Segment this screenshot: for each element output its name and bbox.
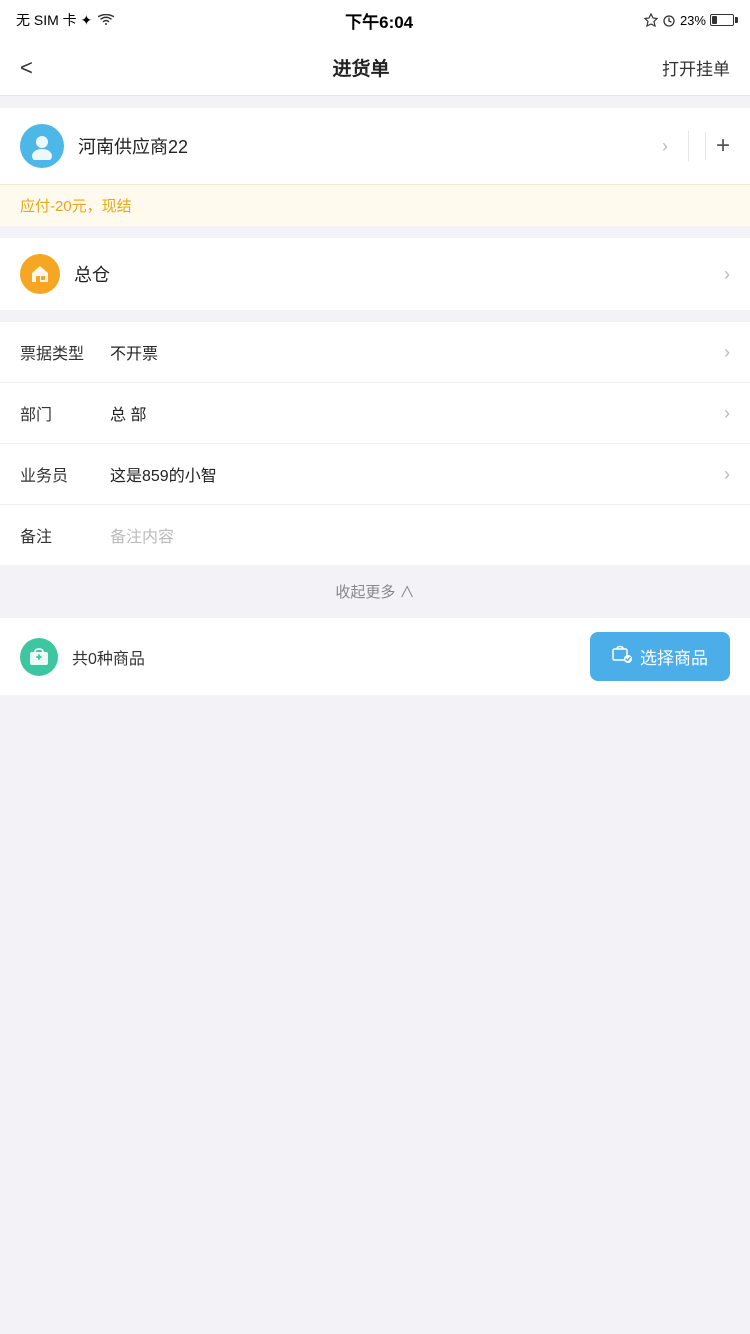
supplier-card: 河南供应商22 › + 应付-20元，现结 <box>0 108 750 226</box>
form-section: 票据类型 不开票 › 部门 总 部 › 业务员 这是859的小智 › 备注 备注… <box>0 322 750 565</box>
remark-label: 备注 <box>20 523 100 547</box>
warehouse-name: 总仓 <box>74 261 724 287</box>
status-left: 无 SIM 卡 ✦ <box>16 10 114 30</box>
collapse-row[interactable]: 收起更多 ∧ <box>0 565 750 618</box>
department-chevron-icon: › <box>724 403 730 424</box>
divider <box>688 131 689 161</box>
page-title: 进货单 <box>332 54 389 81</box>
supplier-chevron-icon: › <box>662 136 668 157</box>
back-button[interactable]: < <box>20 55 60 81</box>
status-right: 23% <box>644 13 734 28</box>
salesperson-chevron-icon: › <box>724 464 730 485</box>
supplier-row[interactable]: 河南供应商22 › + <box>0 108 750 184</box>
select-product-button[interactable]: 选择商品 <box>590 632 730 681</box>
open-pending-button[interactable]: 打开挂单 <box>662 55 730 80</box>
cart-icon <box>28 646 50 668</box>
battery-percent: 23% <box>680 13 706 28</box>
invoice-chevron-icon: › <box>724 342 730 363</box>
salesperson-row[interactable]: 业务员 这是859的小智 › <box>0 444 750 505</box>
product-icon <box>20 638 58 676</box>
warehouse-row[interactable]: 总仓 › <box>0 238 750 310</box>
collapse-label: 收起更多 ∧ <box>335 581 414 602</box>
notice-banner: 应付-20元，现结 <box>0 184 750 226</box>
product-count: 共0种商品 <box>72 645 590 669</box>
warehouse-icon <box>20 254 60 294</box>
alarm-icon <box>662 13 676 27</box>
bottom-bar: 共0种商品 选择商品 <box>0 618 750 695</box>
salesperson-value: 这是859的小智 <box>110 462 724 486</box>
department-label: 部门 <box>20 401 100 425</box>
salesperson-label: 业务员 <box>20 462 100 486</box>
content-area: 河南供应商22 › + 应付-20元，现结 总仓 › 票据类型 不开票 › <box>0 108 750 695</box>
select-cart-icon <box>612 645 632 668</box>
select-label: 选择商品 <box>640 644 708 669</box>
supplier-avatar <box>20 124 64 168</box>
department-value: 总 部 <box>110 401 724 425</box>
remark-row[interactable]: 备注 备注内容 <box>0 505 750 565</box>
nav-bar: < 进货单 打开挂单 <box>0 40 750 96</box>
location-icon <box>644 13 658 27</box>
wifi-icon <box>98 14 114 26</box>
remark-placeholder: 备注内容 <box>110 523 730 547</box>
add-supplier-button[interactable]: + <box>705 132 730 160</box>
invoice-label: 票据类型 <box>20 340 100 364</box>
status-bar: 无 SIM 卡 ✦ 下午6:04 23% <box>0 0 750 40</box>
warehouse-chevron-icon: › <box>724 264 730 285</box>
invoice-type-row[interactable]: 票据类型 不开票 › <box>0 322 750 383</box>
sim-label: 无 SIM 卡 ✦ <box>16 10 92 30</box>
user-icon <box>28 132 56 160</box>
house-icon <box>29 263 51 285</box>
battery-icon <box>710 14 734 26</box>
status-time: 下午6:04 <box>345 8 413 33</box>
supplier-name: 河南供应商22 <box>78 133 662 159</box>
invoice-value: 不开票 <box>110 340 724 364</box>
notice-text: 应付-20元，现结 <box>20 198 132 215</box>
department-row[interactable]: 部门 总 部 › <box>0 383 750 444</box>
